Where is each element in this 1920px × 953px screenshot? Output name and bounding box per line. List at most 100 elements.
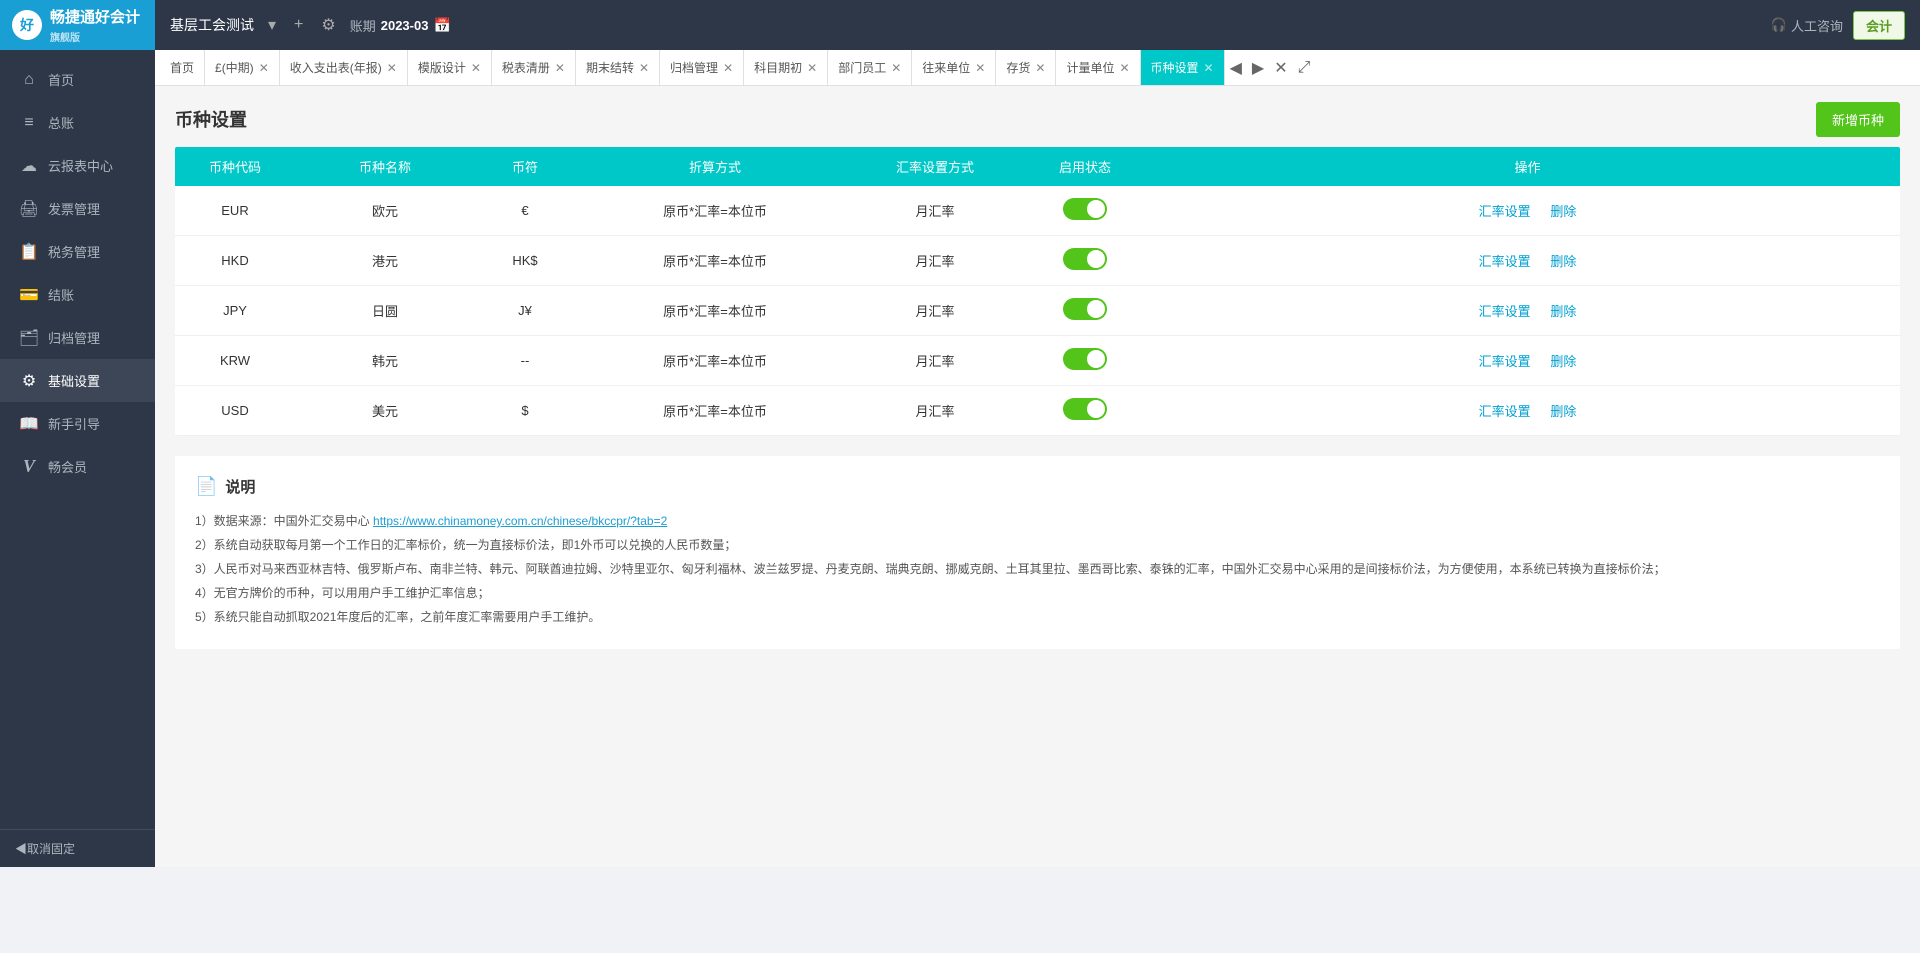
tab-close-partner[interactable]: ✕ (975, 61, 985, 75)
sidebar-item-archive[interactable]: 🗂 归档管理 (0, 316, 155, 359)
tab-income[interactable]: 收入支出表(年报) ✕ (280, 50, 408, 86)
tab-close-subject[interactable]: ✕ (807, 61, 817, 75)
tab-period[interactable]: £(中期) ✕ (205, 50, 280, 86)
cell-calc-jpy: 原币*汇率=本位币 (575, 289, 855, 332)
tab-close-unit[interactable]: ✕ (1119, 61, 1129, 75)
cell-calc-hkd: 原币*汇率=本位币 (575, 239, 855, 282)
headset-icon: 🎧 (1771, 17, 1787, 33)
sidebar-item-home[interactable]: ⌂ 首页 (0, 58, 155, 101)
consult-button[interactable]: 🎧 人工咨询 (1771, 16, 1843, 35)
tab-nav-next[interactable]: ▶ (1247, 58, 1269, 78)
cell-name-usd: 美元 (295, 389, 475, 432)
col-action: 操作 (1155, 147, 1900, 186)
tab-close-inventory[interactable]: ✕ (1035, 61, 1045, 75)
tab-close-department[interactable]: ✕ (891, 61, 901, 75)
toggle-jpy[interactable] (1063, 298, 1107, 320)
table-row: HKD 港元 HK$ 原币*汇率=本位币 月汇率 汇率设置 删除 (175, 236, 1900, 286)
dropdown-icon[interactable]: ▾ (264, 11, 280, 39)
tab-bar: 首页 £(中期) ✕ 收入支出表(年报) ✕ 模版设计 ✕ 税表清册 ✕ 期末结… (155, 50, 1920, 86)
tab-partner[interactable]: 往来单位 ✕ (912, 50, 996, 86)
tab-taxclear[interactable]: 税表清册 ✕ (492, 50, 576, 86)
notes-icon: 📄 (195, 476, 217, 497)
pin-toggle[interactable]: ◀取消固定 (0, 829, 155, 867)
col-calc: 折算方式 (575, 147, 855, 186)
toggle-hkd[interactable] (1063, 248, 1107, 270)
sidebar-item-member[interactable]: V 畅会员 (0, 445, 155, 488)
sidebar-item-ledger[interactable]: ≡ 总账 (0, 101, 155, 144)
tab-close-all[interactable]: ✕ (1269, 58, 1292, 78)
tab-department[interactable]: 部门员工 ✕ (828, 50, 912, 86)
rate-setting-link-eur[interactable]: 汇率设置 (1479, 204, 1531, 219)
cell-symbol-hkd: HK$ (475, 241, 575, 280)
notes-link[interactable]: https://www.chinamoney.com.cn/chinese/bk… (373, 514, 667, 528)
cell-status-eur[interactable] (1015, 186, 1155, 235)
notes-item-3: 3）人民币对马来西亚林吉特、俄罗斯卢布、南非兰特、韩元、阿联酋迪拉姆、沙特里亚尔… (195, 557, 1880, 581)
settlement-icon: 💳 (20, 286, 38, 304)
tab-nav-prev[interactable]: ◀ (1225, 58, 1247, 78)
table-row: JPY 日圆 J¥ 原币*汇率=本位币 月汇率 汇率设置 删除 (175, 286, 1900, 336)
tab-close-currency[interactable]: ✕ (1204, 61, 1214, 75)
sidebar-item-report[interactable]: ☁ 云报表中心 (0, 144, 155, 187)
sidebar-item-guide[interactable]: 📖 新手引导 (0, 402, 155, 445)
notes-title: 📄 说明 (195, 476, 1880, 497)
sidebar-item-settlement[interactable]: 💳 结账 (0, 273, 155, 316)
table-body: EUR 欧元 € 原币*汇率=本位币 月汇率 汇率设置 删除 HKD 港元 HK… (175, 186, 1900, 436)
tab-close-archive[interactable]: ✕ (723, 61, 733, 75)
cell-action-krw: 汇率设置 删除 (1155, 339, 1900, 382)
cell-status-hkd[interactable] (1015, 236, 1155, 285)
delete-link-krw[interactable]: 删除 (1550, 354, 1576, 369)
tab-period-end[interactable]: 期末结转 ✕ (576, 50, 660, 86)
company-name[interactable]: 基层工会测试 (170, 15, 254, 35)
accounting-button[interactable]: 会计 (1853, 11, 1905, 40)
cell-symbol-usd: $ (475, 391, 575, 430)
col-name: 币种名称 (295, 147, 475, 186)
tab-close-taxclear[interactable]: ✕ (555, 61, 565, 75)
tab-close-period[interactable]: ✕ (259, 61, 269, 75)
add-tab-icon[interactable]: + (290, 12, 307, 38)
app-name: 畅捷通好会计 (50, 6, 140, 27)
toggle-eur[interactable] (1063, 198, 1107, 220)
rate-setting-link-hkd[interactable]: 汇率设置 (1479, 254, 1531, 269)
cell-status-krw[interactable] (1015, 336, 1155, 385)
tab-home[interactable]: 首页 (160, 50, 205, 86)
col-rate: 汇率设置方式 (855, 147, 1015, 186)
tab-currency[interactable]: 币种设置 ✕ (1141, 50, 1225, 86)
archive-icon: 🗂 (20, 329, 38, 347)
cell-symbol-jpy: J¥ (475, 291, 575, 330)
sidebar-item-basic[interactable]: ⚙ 基础设置 (0, 359, 155, 402)
sidebar-item-tax[interactable]: 📋 税务管理 (0, 230, 155, 273)
cell-name-eur: 欧元 (295, 189, 475, 232)
rate-setting-link-usd[interactable]: 汇率设置 (1479, 404, 1531, 419)
calendar-icon[interactable]: 📅 (433, 17, 450, 34)
tab-archive[interactable]: 归档管理 ✕ (660, 50, 744, 86)
toggle-usd[interactable] (1063, 398, 1107, 420)
sidebar-item-invoice[interactable]: 🖨 发票管理 (0, 187, 155, 230)
cell-status-jpy[interactable] (1015, 286, 1155, 335)
toggle-krw[interactable] (1063, 348, 1107, 370)
tab-template[interactable]: 模版设计 ✕ (408, 50, 492, 86)
rate-setting-link-krw[interactable]: 汇率设置 (1479, 354, 1531, 369)
cell-symbol-eur: € (475, 191, 575, 230)
tab-close-period-end[interactable]: ✕ (639, 61, 649, 75)
cell-status-usd[interactable] (1015, 386, 1155, 435)
delete-link-hkd[interactable]: 删除 (1550, 254, 1576, 269)
tab-close-template[interactable]: ✕ (471, 61, 481, 75)
new-currency-button[interactable]: 新增币种 (1816, 102, 1900, 137)
guide-icon: 📖 (20, 415, 38, 433)
cell-rate-eur: 月汇率 (855, 189, 1015, 232)
delete-link-jpy[interactable]: 删除 (1550, 304, 1576, 319)
delete-link-usd[interactable]: 删除 (1550, 404, 1576, 419)
tab-expand[interactable]: ⤢ (1293, 59, 1316, 77)
cell-calc-eur: 原币*汇率=本位币 (575, 189, 855, 232)
delete-link-eur[interactable]: 删除 (1550, 204, 1576, 219)
table-row: KRW 韩元 -- 原币*汇率=本位币 月汇率 汇率设置 删除 (175, 336, 1900, 386)
settings-tab-icon[interactable]: ⚙ (317, 11, 339, 39)
header: 基层工会测试 ▾ + ⚙ 账期 2023-03 📅 🎧 人工咨询 会计 (155, 0, 1920, 50)
tab-unit[interactable]: 计量单位 ✕ (1056, 50, 1140, 86)
tab-inventory[interactable]: 存货 ✕ (996, 50, 1056, 86)
tab-subject[interactable]: 科目期初 ✕ (744, 50, 828, 86)
page-title: 币种设置 (175, 106, 1900, 132)
tab-close-income[interactable]: ✕ (387, 61, 397, 75)
rate-setting-link-jpy[interactable]: 汇率设置 (1479, 304, 1531, 319)
header-left: 基层工会测试 ▾ + ⚙ 账期 2023-03 📅 (170, 11, 451, 39)
